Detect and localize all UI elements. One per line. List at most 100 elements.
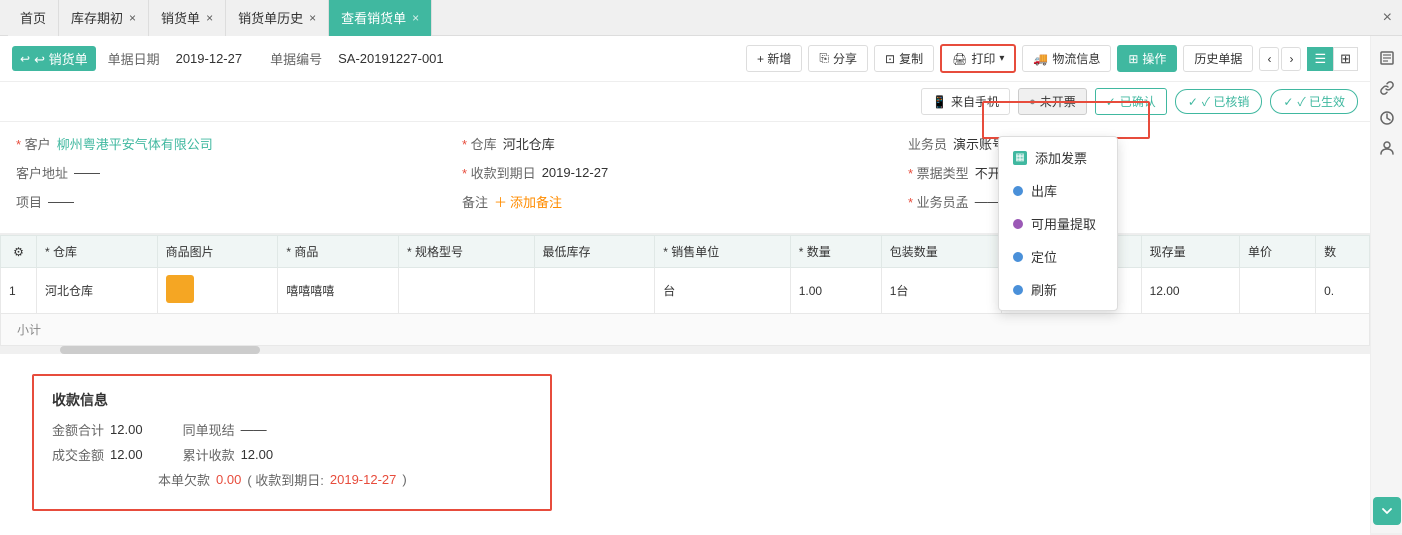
phone-icon: 📱	[932, 95, 947, 109]
project-label: 项目	[16, 192, 42, 211]
share-button[interactable]: ⎘ 分享	[808, 45, 868, 72]
history-button[interactable]: 历史单据	[1183, 45, 1253, 72]
sidebar-icon-5[interactable]	[1373, 497, 1401, 525]
sidebar-icon-1[interactable]	[1373, 44, 1401, 72]
prev-button[interactable]: ‹	[1259, 47, 1279, 71]
dropdown-outbound[interactable]: 出库	[999, 174, 1117, 207]
col-unit: * 销售单位	[655, 236, 791, 268]
dropdown-add-invoice[interactable]: ▦ 添加发票	[999, 141, 1117, 174]
tab-sales-close[interactable]: ×	[206, 11, 213, 25]
share-icon: ⎘	[819, 51, 829, 66]
copy-button[interactable]: ⊡ 复制	[874, 45, 934, 72]
dropdown-menu: ▦ 添加发票 出库 可用量提取 定位 刷新	[998, 136, 1118, 311]
add-invoice-label: 添加发票	[1035, 148, 1087, 167]
note-field: 备注 ＋ 添加备注	[462, 192, 908, 211]
col-price: 单价	[1239, 236, 1315, 268]
tab-sales-history-close[interactable]: ×	[309, 11, 316, 25]
payment-box: 收款信息 金额合计 12.00 同单现结 —— 成交金额 12.00	[32, 374, 552, 511]
confirm-label: 已确认	[1120, 93, 1156, 110]
dropdown-refresh[interactable]: 刷新	[999, 273, 1117, 306]
doc-icon: ↩ ↩ 销货单	[12, 46, 96, 71]
row-stock: 12.00	[1141, 268, 1239, 314]
customer-value[interactable]: 柳州粤港平安气体有限公司	[57, 134, 213, 153]
row-min-stock	[534, 268, 655, 314]
staff2-value: ——	[975, 194, 1001, 209]
status-sold-button[interactable]: ✓ ✓ 已核销	[1175, 89, 1263, 114]
doc-title-area: ↩ ↩ 销货单 单据日期 2019-12-27 单据编号 SA-20191227…	[12, 46, 444, 71]
check-icon: ✓	[1106, 95, 1116, 109]
scrollbar-thumb[interactable]	[60, 346, 260, 354]
same-order-value: ——	[241, 422, 267, 437]
status-effective-button[interactable]: ✓ ✓ 已生效	[1270, 89, 1358, 114]
print-button[interactable]: 🖨 打印 ▾	[940, 44, 1016, 73]
tab-sales[interactable]: 销货单 ×	[149, 0, 226, 36]
table-row: 1 河北仓库 嘻嘻嘻嘻 台 1.00 1台 12.00	[1, 268, 1370, 314]
toolbar: + 新增 ⎘ 分享 ⊡ 复制 🖨 打印 ▾ 🚚 物流信息	[746, 44, 1358, 73]
window-close-btn[interactable]: ×	[1383, 9, 1392, 27]
view-grid-btn[interactable]: ⊞	[1333, 47, 1358, 71]
tab-sales-history[interactable]: 销货单历史 ×	[226, 0, 329, 36]
doc-title: ↩ 销货单	[34, 49, 88, 68]
print-label: 打印	[971, 50, 995, 67]
row-qty: 1.00	[790, 268, 881, 314]
accum-item: 累计收款 12.00	[183, 445, 274, 464]
locate-label: 定位	[1031, 247, 1057, 266]
dropdown-locate[interactable]: 定位	[999, 240, 1117, 273]
open-ticket-button[interactable]: ● 未开票	[1018, 88, 1087, 115]
sidebar-icon-2[interactable]	[1373, 74, 1401, 102]
col-min-stock: 最低库存	[534, 236, 655, 268]
view-list-btn[interactable]: ☰	[1307, 47, 1333, 71]
op-button[interactable]: ⊞ 操作	[1117, 45, 1177, 72]
tab-view-sales[interactable]: 查看销货单 ×	[329, 0, 432, 36]
logistics-label: 物流信息	[1052, 50, 1100, 67]
sidebar-icon-4[interactable]	[1373, 134, 1401, 162]
dropdown-available[interactable]: 可用量提取	[999, 207, 1117, 240]
ticket-field: 票据类型 不开票	[908, 163, 1354, 182]
warehouse-value: 河北仓库	[503, 134, 555, 153]
user-icon	[1379, 140, 1395, 156]
tab-view-sales-close[interactable]: ×	[412, 11, 419, 25]
outbound-label: 出库	[1031, 181, 1057, 200]
op-label: 操作	[1142, 50, 1166, 67]
due-date-field: 收款到期日 2019-12-27	[462, 163, 908, 182]
tab-sales-label: 销货单	[161, 8, 200, 27]
due-date-value: 2019-12-27	[542, 165, 609, 180]
owe-label: 本单欠款	[158, 470, 210, 489]
accum-value: 12.00	[241, 447, 274, 462]
tab-home[interactable]: 首页	[8, 0, 59, 36]
col-extra: 数	[1316, 236, 1370, 268]
h-scrollbar[interactable]	[0, 346, 1370, 354]
copy-label: 复制	[899, 50, 923, 67]
nav-arrows: ‹ ›	[1259, 47, 1301, 71]
doc-meta: 单据日期 2019-12-27 单据编号 SA-20191227-001	[108, 49, 444, 68]
tab-inventory-close[interactable]: ×	[129, 11, 136, 25]
subtotal-row: 小计	[1, 314, 1370, 346]
subtotal-label: 小计	[1, 314, 1370, 346]
tab-inventory[interactable]: 库存期初 ×	[59, 0, 149, 36]
project-value: ——	[48, 194, 74, 209]
expand-icon	[1379, 503, 1395, 519]
invoice-icon: ▦	[1013, 151, 1027, 165]
row-spec	[399, 268, 535, 314]
address-label: 客户地址	[16, 163, 68, 182]
row-price	[1239, 268, 1315, 314]
staff2-label: 业务员孟	[908, 192, 969, 211]
confirm-button[interactable]: ✓ 已确认	[1095, 88, 1167, 115]
product-table: ⚙ * 仓库 商品图片 * 商品 * 规格型号 最低库存 * 销售单位 * 数量…	[0, 235, 1370, 346]
code-value: SA-20191227-001	[338, 51, 444, 66]
sidebar-icon-3[interactable]	[1373, 104, 1401, 132]
due-close: )	[402, 472, 406, 487]
row-product: 嘻嘻嘻嘻	[278, 268, 399, 314]
payment-row-1: 金额合计 12.00 同单现结 ——	[52, 420, 532, 439]
right-sidebar	[1370, 36, 1402, 533]
next-button[interactable]: ›	[1281, 47, 1301, 71]
phone-button[interactable]: 📱 来自手机	[921, 88, 1010, 115]
payment-section-wrap: 收款信息 金额合计 12.00 同单现结 —— 成交金额 12.00	[0, 354, 1370, 535]
new-button[interactable]: + 新增	[746, 45, 802, 72]
tab-inventory-label: 库存期初	[71, 8, 123, 27]
logistics-icon: 🚚	[1033, 52, 1048, 66]
col-spec: * 规格型号	[399, 236, 535, 268]
add-note-button[interactable]: ＋ 添加备注	[494, 192, 562, 211]
row-pack: 1台	[881, 268, 1002, 314]
logistics-button[interactable]: 🚚 物流信息	[1022, 45, 1111, 72]
